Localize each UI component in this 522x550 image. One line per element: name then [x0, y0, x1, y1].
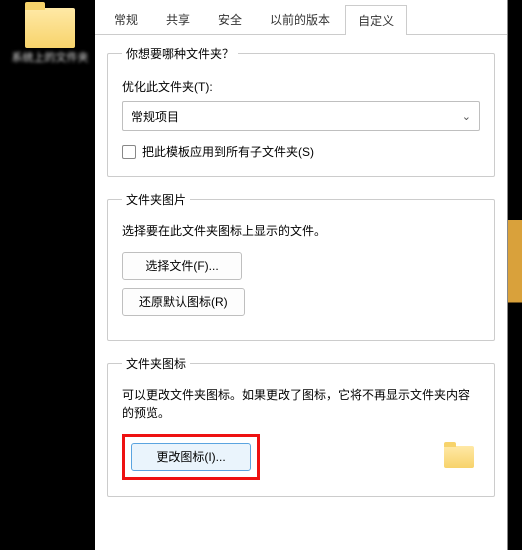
change-icon-button[interactable]: 更改图标(I)... [131, 443, 251, 471]
group-folder-icon-legend: 文件夹图标 [122, 355, 190, 372]
tab-sharing[interactable]: 共享 [153, 4, 203, 34]
right-edge-strip [508, 0, 522, 550]
optimize-select[interactable]: 常规项目 ⌄ [122, 101, 480, 131]
desktop-background: 系统上的文件夹 [0, 0, 100, 550]
folder-icon-desc: 可以更改文件夹图标。如果更改了图标，它将不再显示文件夹内容的预览。 [122, 386, 480, 422]
choose-file-button[interactable]: 选择文件(F)... [122, 252, 242, 280]
optimize-label: 优化此文件夹(T): [122, 78, 480, 95]
folder-icon [25, 8, 75, 48]
tab-strip: 常规 共享 安全 以前的版本 自定义 [95, 0, 507, 35]
desktop-folder-label: 系统上的文件夹 [10, 52, 90, 65]
folder-icon-preview [444, 446, 474, 468]
group-folder-picture-legend: 文件夹图片 [122, 191, 190, 208]
restore-default-button[interactable]: 还原默认图标(R) [122, 288, 245, 316]
apply-subfolders-checkbox[interactable]: 把此模板应用到所有子文件夹(S) [122, 143, 480, 160]
annotation-highlight: 更改图标(I)... [122, 434, 260, 480]
tab-content: 你想要哪种文件夹？ 优化此文件夹(T): 常规项目 ⌄ 把此模板应用到所有子文件… [95, 35, 507, 550]
desktop-folder-shortcut[interactable]: 系统上的文件夹 [10, 8, 90, 65]
tab-previous-versions[interactable]: 以前的版本 [257, 4, 343, 34]
checkbox-box [122, 145, 136, 159]
folder-picture-desc: 选择要在此文件夹图标上显示的文件。 [122, 222, 480, 240]
group-folder-type-legend: 你想要哪种文件夹？ [122, 45, 238, 62]
apply-subfolders-label: 把此模板应用到所有子文件夹(S) [142, 143, 314, 160]
group-folder-icon: 文件夹图标 可以更改文件夹图标。如果更改了图标，它将不再显示文件夹内容的预览。 … [107, 355, 495, 497]
optimize-select-value: 常规项目 [131, 108, 179, 125]
tab-general[interactable]: 常规 [101, 4, 151, 34]
tab-customize[interactable]: 自定义 [345, 5, 407, 35]
group-folder-picture: 文件夹图片 选择要在此文件夹图标上显示的文件。 选择文件(F)... 还原默认图… [107, 191, 495, 341]
folder-properties-dialog: 常规 共享 安全 以前的版本 自定义 你想要哪种文件夹？ 优化此文件夹(T): … [95, 0, 508, 550]
chevron-down-icon: ⌄ [462, 110, 471, 123]
tab-security[interactable]: 安全 [205, 4, 255, 34]
group-folder-type: 你想要哪种文件夹？ 优化此文件夹(T): 常规项目 ⌄ 把此模板应用到所有子文件… [107, 45, 495, 177]
